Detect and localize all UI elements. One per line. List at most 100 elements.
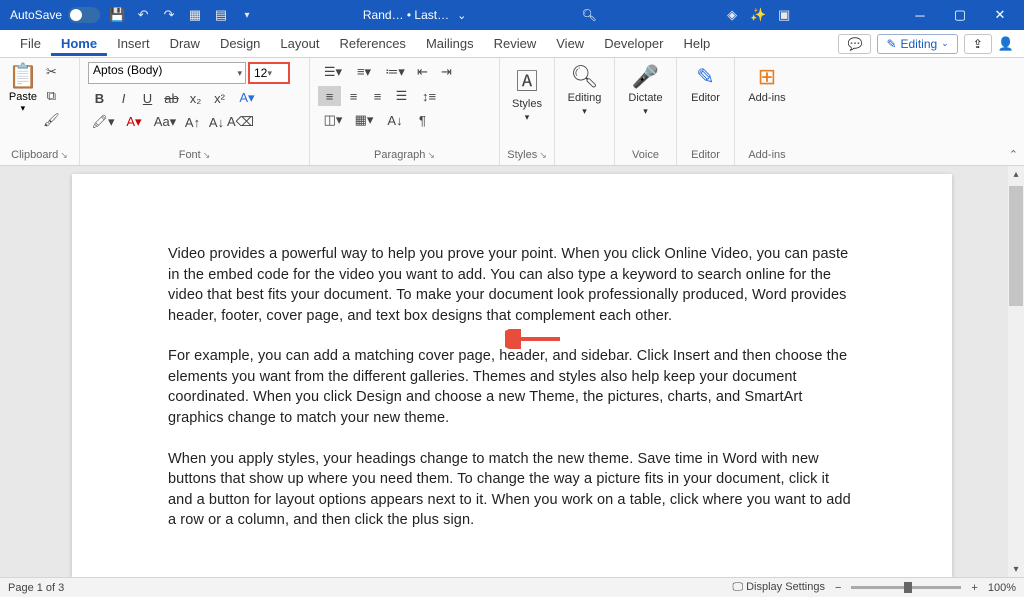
bold-button[interactable]: B [88,88,111,108]
justify-button[interactable]: ☰ [390,86,413,106]
show-marks-button[interactable]: ¶ [411,110,434,130]
search-button[interactable]: 🔍︎ [569,8,609,22]
styles-button[interactable]: 🄰 Styles▾ [508,62,546,125]
scroll-thumb[interactable] [1009,186,1023,306]
zoom-slider[interactable] [851,586,961,589]
maximize-button[interactable]: ▢ [940,0,980,30]
display-settings-button[interactable]: 🖵 Display Settings [732,581,825,594]
qat-customize-icon[interactable]: ▾ [234,2,260,28]
font-size-select[interactable]: 12 ▾ [248,62,290,84]
redo-icon[interactable]: ↷ [156,2,182,28]
wand-icon[interactable]: ✨ [745,2,771,28]
save-icon[interactable]: 💾 [104,2,130,28]
chevron-down-icon[interactable]: ⌄ [457,9,466,22]
paragraph-2[interactable]: For example, you can add a matching cove… [168,346,856,428]
chevron-down-icon: ▾ [237,68,242,79]
tab-mailings[interactable]: Mailings [416,32,484,55]
dialog-launcher-icon[interactable]: ↘ [203,150,211,161]
line-spacing-button[interactable]: ↕≡ [414,86,444,106]
dialog-launcher-icon[interactable]: ↘ [60,150,68,161]
zoom-out-button[interactable]: − [835,582,841,594]
format-painter-icon[interactable]: 🖌 [40,110,63,130]
user-icon[interactable]: 👤 [998,36,1014,52]
grow-font-button[interactable]: A↑ [181,112,204,132]
share-button[interactable]: ⇪ [964,34,992,54]
tab-review[interactable]: Review [484,32,547,55]
close-button[interactable]: ✕ [980,0,1020,30]
paste-button[interactable]: 📋 Paste ▾ [8,62,38,114]
tab-home[interactable]: Home [51,32,107,56]
addins-button[interactable]: ⊞ Add-ins [743,62,791,106]
align-right-button[interactable]: ≡ [366,86,389,106]
tab-insert[interactable]: Insert [107,32,160,55]
copy-icon[interactable]: ⧉ [40,86,63,106]
group-paragraph: ☰▾ ≡▾ ≔▾ ⇤ ⇥ ≡ ≡ ≡ ☰ ↕≡ ◫▾ ▦▾ A↓ ¶ Parag… [310,58,500,165]
chevron-down-icon: ▾ [267,68,272,79]
search-icon: 🔍︎ [571,64,599,90]
qat-icon-2[interactable]: ▤ [208,2,234,28]
dialog-launcher-icon[interactable]: ↘ [427,150,435,161]
comments-button[interactable]: 💬 [838,34,871,54]
minimize-button[interactable]: ─ [900,0,940,30]
tab-developer[interactable]: Developer [594,32,673,55]
addins-icon: ⊞ [758,64,776,90]
group-editor: ✎ Editor Editor [677,58,735,165]
font-color-button[interactable]: A▾ [119,112,149,132]
page[interactable]: Video provides a powerful way to help yo… [72,174,952,577]
dialog-launcher-icon[interactable]: ↘ [539,150,547,161]
strikethrough-button[interactable]: ab [160,88,183,108]
tab-view[interactable]: View [546,32,594,55]
tab-references[interactable]: References [329,32,415,55]
cut-icon[interactable]: ✂ [40,62,63,82]
styles-icon: 🄰 [516,64,538,96]
tab-help[interactable]: Help [673,32,720,55]
italic-button[interactable]: I [112,88,135,108]
subscript-button[interactable]: x₂ [184,88,207,108]
qat-icon-1[interactable]: ▦ [182,2,208,28]
decrease-indent-button[interactable]: ⇤ [411,62,434,82]
multilevel-button[interactable]: ≔▾ [380,62,410,82]
change-case-button[interactable]: Aa▾ [150,112,180,132]
numbering-button[interactable]: ≡▾ [349,62,379,82]
underline-button[interactable]: U [136,88,159,108]
zoom-level[interactable]: 100% [988,582,1016,594]
highlight-button[interactable]: 🖍▾ [88,112,118,132]
zoom-in-button[interactable]: + [971,582,977,594]
align-center-button[interactable]: ≡ [342,86,365,106]
editor-button[interactable]: ✎ Editor [685,62,726,106]
increase-indent-button[interactable]: ⇥ [435,62,458,82]
collapse-ribbon-icon[interactable]: ⌃ [1009,148,1018,161]
tab-design[interactable]: Design [210,32,270,55]
tab-file[interactable]: File [10,32,51,55]
tab-layout[interactable]: Layout [270,32,329,55]
align-left-button[interactable]: ≡ [318,86,341,106]
clear-formatting-button[interactable]: A⌫ [229,112,252,132]
shading-button[interactable]: ◫▾ [318,110,348,130]
group-font: Aptos (Body) ▾ 12 ▾ B I U ab x₂ x² A▾ 🖍▾… [80,58,310,165]
scroll-up-icon[interactable]: ▴ [1008,166,1024,182]
diamond-icon[interactable]: ◈ [719,2,745,28]
paragraph-1[interactable]: Video provides a powerful way to help yo… [168,244,856,326]
microphone-icon: 🎤 [632,64,659,90]
text-effects-button[interactable]: A▾ [232,88,262,108]
autosave-toggle[interactable] [68,7,100,23]
tab-draw[interactable]: Draw [160,32,210,55]
scroll-down-icon[interactable]: ▾ [1008,561,1024,577]
bullets-button[interactable]: ☰▾ [318,62,348,82]
document-title[interactable]: Rand… • Last… ⌄ [363,8,466,22]
page-indicator[interactable]: Page 1 of 3 [8,582,64,594]
autosave-label: AutoSave [4,8,68,22]
font-name-select[interactable]: Aptos (Body) ▾ [88,62,246,84]
undo-icon[interactable]: ↶ [130,2,156,28]
paragraph-3[interactable]: When you apply styles, your headings cha… [168,449,856,531]
borders-button[interactable]: ▦▾ [349,110,379,130]
superscript-button[interactable]: x² [208,88,231,108]
group-editing: 🔍︎ Editing▾ [555,58,615,165]
sort-button[interactable]: A↓ [380,110,410,130]
dictate-button[interactable]: 🎤 Dictate▾ [623,62,668,119]
window-icon[interactable]: ▣ [771,2,797,28]
editing-button[interactable]: 🔍︎ Editing▾ [563,62,606,119]
shrink-font-button[interactable]: A↓ [205,112,228,132]
editing-mode-button[interactable]: ✎ Editing ⌄ [877,34,957,54]
vertical-scrollbar[interactable]: ▴ ▾ [1008,166,1024,577]
